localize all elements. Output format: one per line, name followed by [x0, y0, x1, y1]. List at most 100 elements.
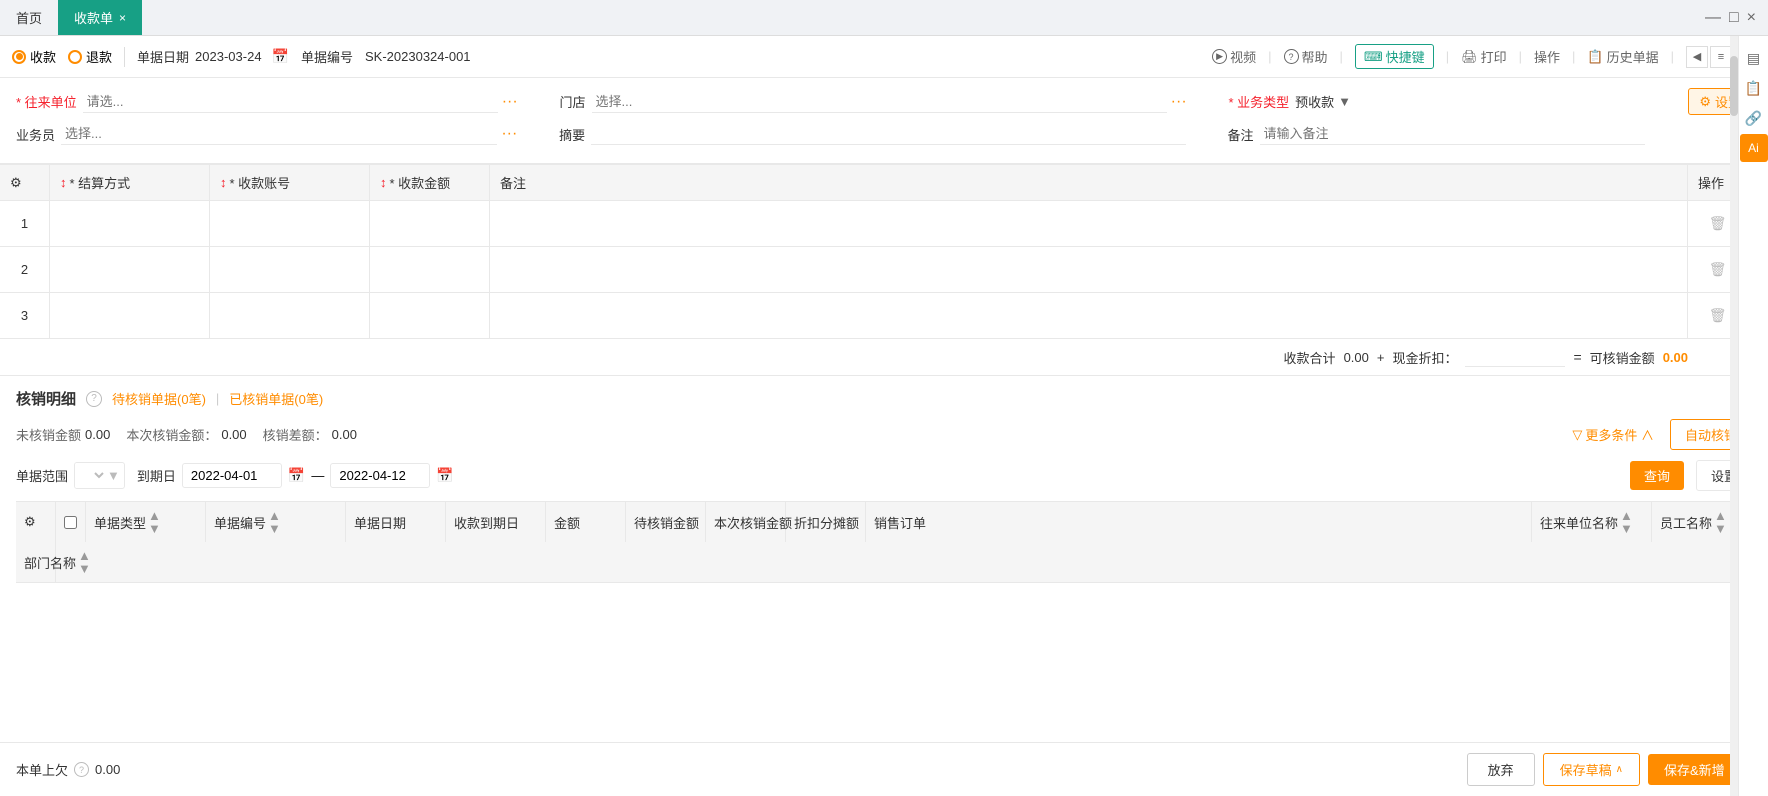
reconcile-info-icon[interactable]: ? — [86, 391, 102, 407]
from-unit-input[interactable] — [83, 91, 498, 113]
sort-staff-icon[interactable]: ▲▼ — [1714, 509, 1727, 535]
query-btn[interactable]: 查询 — [1630, 461, 1684, 490]
td-amount-3[interactable] — [370, 293, 490, 338]
td-settlement-2[interactable] — [50, 247, 210, 292]
scrollbar-area[interactable] — [1730, 36, 1738, 796]
range-select[interactable] — [75, 463, 107, 488]
td-amount-2[interactable] — [370, 247, 490, 292]
date-value: 2023-03-24 — [195, 49, 262, 64]
current-stat: 本次核销金额： 0.00 — [126, 425, 246, 444]
td-remark-1[interactable] — [490, 201, 1688, 246]
summary-field: 摘要 — [559, 123, 1186, 145]
td-account-2[interactable] — [210, 247, 370, 292]
history-label: 历史单据 — [1607, 47, 1659, 66]
discount-input[interactable] — [1465, 347, 1565, 367]
delete-row-3-icon[interactable]: 🗑 — [1709, 307, 1727, 324]
sub-th-date-label: 单据日期 — [354, 513, 406, 532]
pending-tab[interactable]: 待核销单据(0笔) — [112, 389, 206, 408]
tab-home[interactable]: 首页 — [0, 0, 58, 35]
tab-close-icon[interactable]: × — [119, 11, 126, 25]
help-label: 帮助 — [1302, 47, 1328, 66]
table-row: 2 🗑 ⊞ — [0, 247, 1768, 293]
view-list-icon[interactable]: ◀ — [1686, 46, 1708, 68]
store-input[interactable] — [592, 91, 1167, 113]
close-window-icon[interactable]: × — [1747, 9, 1756, 27]
help-icon: ? — [1284, 49, 1299, 64]
td-account-3[interactable] — [210, 293, 370, 338]
th-gear[interactable]: ⚙ — [0, 165, 50, 200]
shortcut-btn[interactable]: ⌨ 快捷键 — [1355, 44, 1434, 69]
sort-type-icon[interactable]: ▲▼ — [148, 509, 161, 535]
td-amount-1[interactable] — [370, 201, 490, 246]
form-row-1: * 往来单位 ··· 门店 ··· * 业务类型 预收款 ▼ ⚙ 设置 — [16, 88, 1752, 115]
store-more-icon[interactable]: ··· — [1171, 93, 1187, 111]
business-type-value: 预收款 — [1295, 92, 1334, 111]
table-header: ⚙ ↕ * 结算方式 ↕ * 收款账号 ↕ * 收款金额 备注 操作 — [0, 164, 1768, 201]
th-amount-label: * 收款金额 — [390, 173, 451, 192]
view-grid-icon[interactable]: ≡ — [1710, 46, 1732, 68]
bottom-info-icon[interactable]: ? — [74, 762, 89, 777]
td-settlement-1[interactable] — [50, 201, 210, 246]
maximize-icon[interactable]: □ — [1729, 9, 1739, 27]
calendar-icon[interactable]: 📅 — [272, 48, 289, 65]
reconcile-title: 核销明细 ? 待核销单据(0笔) | 已核销单据(0笔) — [16, 388, 1752, 409]
sub-gear-icon: ⚙ — [24, 514, 36, 530]
staff-input[interactable] — [61, 123, 497, 145]
radio-receipt[interactable]: 收款 — [12, 47, 56, 66]
save-draft-btn[interactable]: 保存草稿 ∧ — [1543, 753, 1640, 786]
staff-more-icon[interactable]: ··· — [501, 125, 517, 143]
td-remark-2[interactable] — [490, 247, 1688, 292]
minimize-icon[interactable]: — — [1705, 9, 1721, 27]
th-settlement-label: * 结算方式 — [70, 173, 131, 192]
filter-icon: ▽ — [1572, 427, 1582, 443]
done-tab[interactable]: 已核销单据(0笔) — [229, 389, 323, 408]
net-value: 0.00 — [1663, 350, 1688, 365]
date-from-calendar-icon[interactable]: 📅 — [288, 467, 305, 484]
filter-row: 单据范围 ▼ 到期日 📅 — 📅 查询 设置 — [16, 460, 1752, 491]
tab-receipt[interactable]: 收款单 × — [58, 0, 142, 35]
help-btn[interactable]: ? 帮助 — [1284, 47, 1328, 66]
sub-th-gear[interactable]: ⚙ — [16, 502, 56, 542]
td-settlement-3[interactable] — [50, 293, 210, 338]
radio-refund-label: 退款 — [86, 47, 112, 66]
select-all-checkbox[interactable] — [64, 516, 77, 529]
delete-row-2-icon[interactable]: 🗑 — [1709, 261, 1727, 278]
sort-store-icon[interactable]: ▲▼ — [78, 549, 91, 575]
radio-receipt-dot — [12, 50, 26, 64]
equals-sign: = — [1573, 349, 1581, 365]
sidebar-camera-icon[interactable]: Ai — [1740, 134, 1768, 162]
video-btn[interactable]: ▶ 视频 — [1212, 47, 1256, 66]
store-label: 门店 — [560, 92, 586, 111]
business-type-dropdown-icon[interactable]: ▼ — [1338, 94, 1351, 109]
toolbar-right: ▶ 视频 | ? 帮助 | ⌨ 快捷键 | 🖨 打印 | 操作 | — [1212, 44, 1756, 69]
from-unit-more-icon[interactable]: ··· — [502, 93, 518, 111]
operate-btn[interactable]: 操作 — [1534, 47, 1560, 66]
radio-refund[interactable]: 退款 — [68, 47, 112, 66]
remark-input[interactable] — [1260, 123, 1646, 145]
summary-input[interactable] — [591, 123, 1186, 145]
scrollbar-thumb[interactable] — [1730, 56, 1738, 116]
delete-row-1-icon[interactable]: 🗑 — [1709, 215, 1727, 232]
date-to-calendar-icon[interactable]: 📅 — [436, 467, 453, 484]
operate-label: 操作 — [1534, 47, 1560, 66]
history-btn[interactable]: 📋 历史单据 — [1587, 47, 1658, 66]
bottom-bar: 本单上欠 ? 0.00 放弃 保存草稿 ∧ 保存&新增 ∧ — [0, 742, 1768, 796]
date-from-input[interactable] — [182, 463, 282, 488]
main-content: 收款 退款 单据日期 2023-03-24 📅 单据编号 SK-20230324… — [0, 36, 1768, 796]
sidebar-link-icon[interactable]: 🔗 — [1740, 104, 1768, 132]
print-btn[interactable]: 🖨 打印 — [1461, 47, 1507, 66]
sidebar-table-icon[interactable]: ▤ — [1740, 44, 1768, 72]
date-to-input[interactable] — [330, 463, 430, 488]
from-unit-field: * 往来单位 ··· — [16, 91, 518, 113]
reconcile-heading: 核销明细 — [16, 388, 76, 409]
unreconciled-value: 0.00 — [85, 427, 110, 442]
td-remark-3[interactable] — [490, 293, 1688, 338]
shortcut-icon: ⌨ — [1364, 49, 1383, 65]
sidebar-doc-icon[interactable]: 📋 — [1740, 74, 1768, 102]
sort-unit-icon[interactable]: ▲▼ — [1620, 509, 1633, 535]
sort-number-icon[interactable]: ▲▼ — [268, 509, 281, 535]
td-account-1[interactable] — [210, 201, 370, 246]
more-filter-btn[interactable]: ▽ 更多条件 ∧ — [1572, 425, 1654, 444]
business-type-label: * 业务类型 — [1228, 92, 1289, 111]
abandon-btn[interactable]: 放弃 — [1467, 753, 1535, 786]
